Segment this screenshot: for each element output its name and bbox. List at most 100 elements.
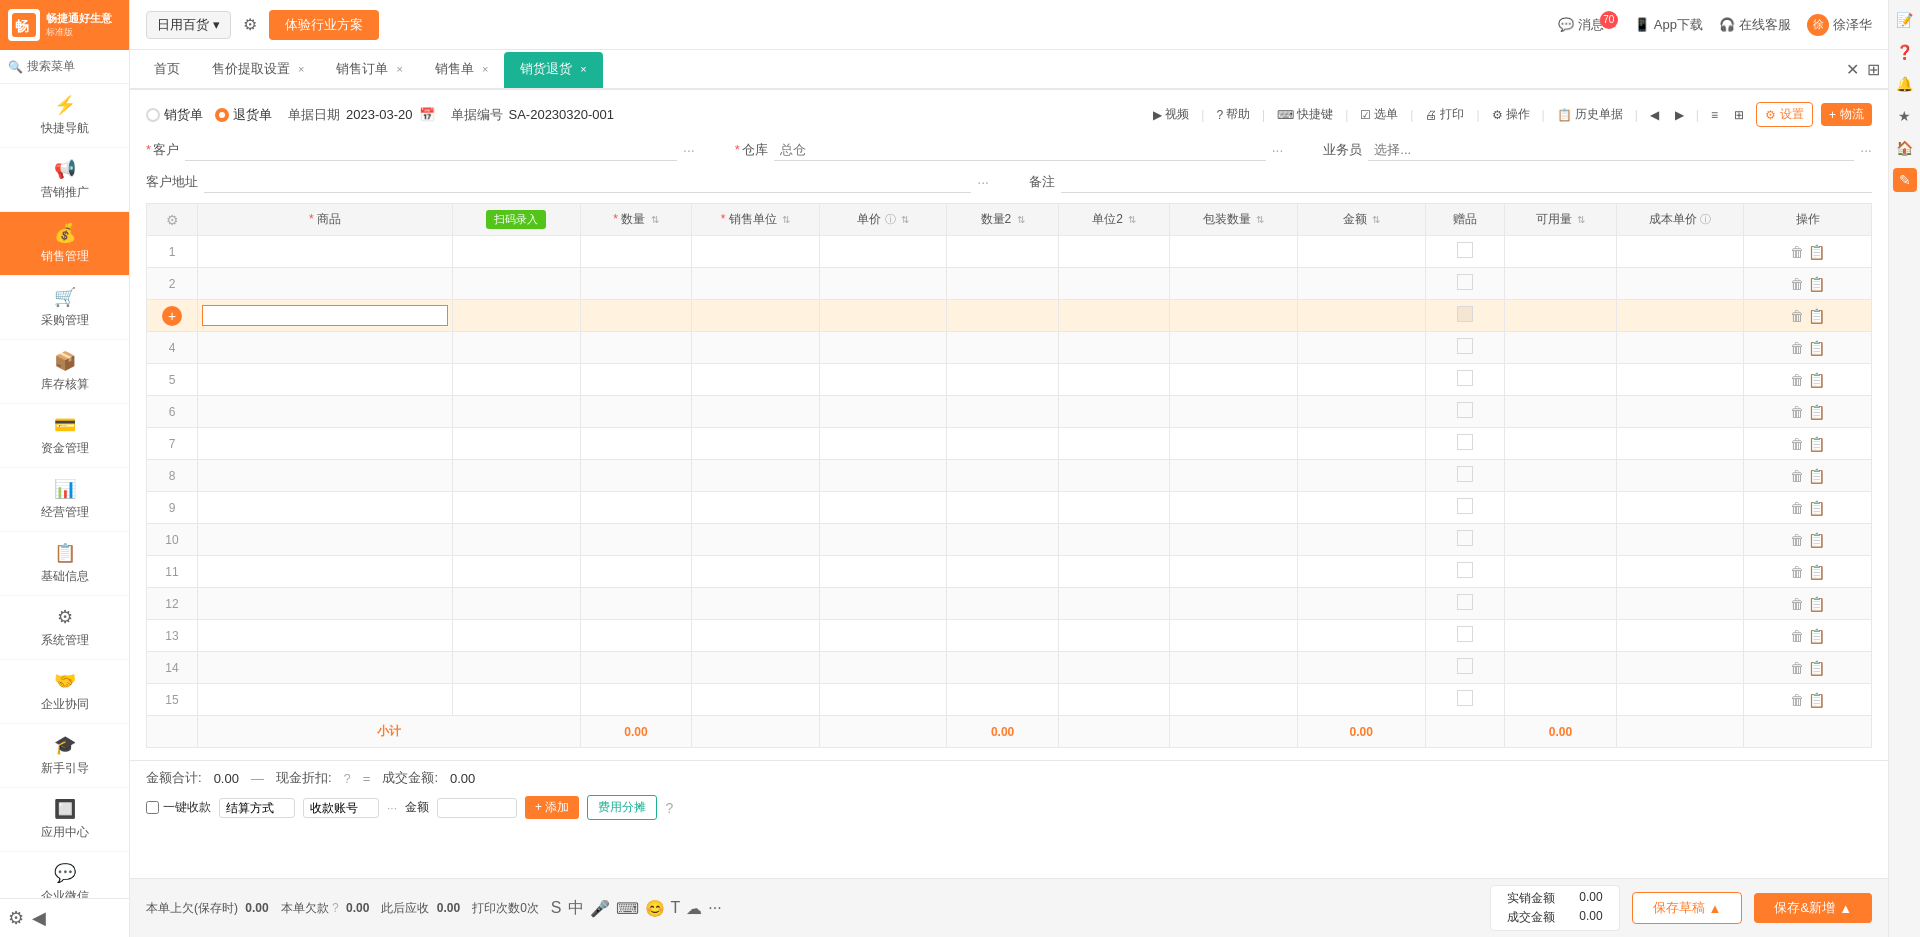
qty-sort-icon[interactable]: ⇅ [651, 214, 659, 225]
sidebar-item-operations[interactable]: 📊 经营管理 [0, 468, 129, 532]
delete-row-2-icon[interactable]: 🗑 [1790, 276, 1804, 292]
copy-7-icon[interactable]: 📋 [1808, 436, 1825, 452]
sidebar-item-basic-info[interactable]: 📋 基础信息 [0, 532, 129, 596]
operate-btn[interactable]: ⚙ 操作 [1488, 104, 1534, 125]
right-panel-icon-6[interactable]: ✎ [1893, 168, 1917, 192]
scan-input-btn[interactable]: 扫码录入 [486, 210, 546, 229]
collapse-icon[interactable]: ◀ [32, 907, 46, 929]
expand-tab-icon[interactable]: ⊞ [1867, 60, 1880, 79]
right-panel-icon-2[interactable]: ❓ [1893, 40, 1917, 64]
right-panel-icon-3[interactable]: 🔔 [1893, 72, 1917, 96]
copy-4-icon[interactable]: 📋 [1808, 340, 1825, 356]
gift-checkbox-9[interactable] [1457, 498, 1473, 514]
video-btn[interactable]: ▶ 视频 [1149, 104, 1193, 125]
staff-input[interactable] [1368, 139, 1854, 161]
unit-sort-icon[interactable]: ⇅ [782, 214, 790, 225]
delete-active-icon[interactable]: 🗑 [1790, 308, 1804, 324]
delete-12-icon[interactable]: 🗑 [1790, 596, 1804, 612]
sidebar-item-app-center[interactable]: 🔲 应用中心 [0, 788, 129, 852]
sidebar-item-purchase[interactable]: 🛒 采购管理 [0, 276, 129, 340]
delete-11-icon[interactable]: 🗑 [1790, 564, 1804, 580]
tab-price-settings-close[interactable]: × [298, 63, 304, 75]
delete-4-icon[interactable]: 🗑 [1790, 340, 1804, 356]
gift-checkbox-1[interactable] [1457, 242, 1473, 258]
delete-row-icon[interactable]: 🗑 [1790, 244, 1804, 260]
customer-input[interactable] [185, 139, 677, 161]
sidebar-item-finance[interactable]: 💳 资金管理 [0, 404, 129, 468]
delete-14-icon[interactable]: 🗑 [1790, 660, 1804, 676]
delete-9-icon[interactable]: 🗑 [1790, 500, 1804, 516]
expense-help-icon[interactable]: ? [665, 800, 673, 816]
list-view-btn[interactable]: ≡ [1707, 106, 1722, 124]
pack-sort-icon[interactable]: ⇅ [1256, 214, 1264, 225]
one-click-checkbox[interactable] [146, 801, 159, 814]
sidebar-item-quick[interactable]: ⚡ 快捷导航 [0, 84, 129, 148]
copy-14-icon[interactable]: 📋 [1808, 660, 1825, 676]
category-selector[interactable]: 日用百货 ▾ [146, 11, 231, 39]
copy-10-icon[interactable]: 📋 [1808, 532, 1825, 548]
address-select-icon[interactable]: ··· [977, 174, 989, 190]
settings-gear-icon[interactable]: ⚙ [243, 15, 257, 34]
prev-record-btn[interactable]: ◀ [1646, 106, 1663, 124]
gift-checkbox-2[interactable] [1457, 274, 1473, 290]
warehouse-select-icon[interactable]: ··· [1272, 142, 1284, 158]
tab-sales-return[interactable]: 销货退货 × [504, 52, 602, 88]
expense-split-btn[interactable]: 费用分摊 [587, 795, 657, 820]
gift-checkbox-15[interactable] [1457, 690, 1473, 706]
copy-11-icon[interactable]: 📋 [1808, 564, 1825, 580]
tab-price-settings[interactable]: 售价提取设置 × [196, 52, 320, 88]
radio-return[interactable]: 退货单 [215, 106, 272, 124]
note-input[interactable] [1061, 171, 1872, 193]
copy-9-icon[interactable]: 📋 [1808, 500, 1825, 516]
gift-checkbox-11[interactable] [1457, 562, 1473, 578]
message-button[interactable]: 💬 消息 70 [1558, 16, 1618, 34]
gift-checkbox-4[interactable] [1457, 338, 1473, 354]
product-input-active[interactable] [202, 305, 448, 326]
gift-checkbox-10[interactable] [1457, 530, 1473, 546]
tab-sales-slip[interactable]: 销售单 × [419, 52, 504, 88]
tab-sales-order[interactable]: 销售订单 × [320, 52, 418, 88]
address-input[interactable] [204, 171, 971, 193]
gift-checkbox-8[interactable] [1457, 466, 1473, 482]
user-profile[interactable]: 徐 徐泽华 [1807, 14, 1872, 36]
tab-sales-slip-close[interactable]: × [482, 63, 488, 75]
available-sort-icon[interactable]: ⇅ [1577, 214, 1585, 225]
select-btn[interactable]: ☑ 选单 [1356, 104, 1402, 125]
gift-checkbox-5[interactable] [1457, 370, 1473, 386]
history-btn[interactable]: 📋 历史单据 [1553, 104, 1627, 125]
copy-8-icon[interactable]: 📋 [1808, 468, 1825, 484]
print-btn[interactable]: 🖨 打印 [1421, 104, 1468, 125]
calendar-icon[interactable]: 📅 [419, 107, 435, 122]
close-tab-icon[interactable]: ✕ [1846, 60, 1859, 79]
gift-checkbox-6[interactable] [1457, 402, 1473, 418]
product-cell-1[interactable] [198, 236, 453, 268]
sidebar-item-inventory[interactable]: 📦 库存核算 [0, 340, 129, 404]
field-settings-btn[interactable]: ⚙ 设置 [1756, 102, 1813, 127]
sidebar-item-guide[interactable]: 🎓 新手引导 [0, 724, 129, 788]
gift-checkbox-12[interactable] [1457, 594, 1473, 610]
copy-5-icon[interactable]: 📋 [1808, 372, 1825, 388]
tab-sales-order-close[interactable]: × [396, 63, 402, 75]
qty2-sort-icon[interactable]: ⇅ [1017, 214, 1025, 225]
copy-12-icon[interactable]: 📋 [1808, 596, 1825, 612]
num-value[interactable]: SA-20230320-001 [509, 107, 615, 122]
customer-select-icon[interactable]: ··· [683, 142, 695, 158]
gift-checkbox-7[interactable] [1457, 434, 1473, 450]
delete-5-icon[interactable]: 🗑 [1790, 372, 1804, 388]
copy-15-icon[interactable]: 📋 [1808, 692, 1825, 708]
one-click-payment[interactable]: 一键收款 [146, 799, 211, 816]
price-info-icon[interactable]: ⓘ [885, 213, 896, 225]
mic-icon[interactable]: 🎤 [590, 899, 610, 918]
emoji-icon[interactable]: 😊 [645, 899, 665, 918]
copy-13-icon[interactable]: 📋 [1808, 628, 1825, 644]
copy-row-2-icon[interactable]: 📋 [1808, 276, 1825, 292]
right-panel-icon-4[interactable]: ★ [1893, 104, 1917, 128]
help-debt-icon[interactable]: ? [332, 901, 339, 915]
gift-checkbox-14[interactable] [1457, 658, 1473, 674]
next-record-btn[interactable]: ▶ [1671, 106, 1688, 124]
add-row-button[interactable]: + [162, 306, 182, 326]
column-gear-icon[interactable]: ⚙ [166, 212, 179, 228]
tab-sales-return-close[interactable]: × [580, 63, 586, 75]
sidebar-search[interactable]: 🔍 搜索菜单 [0, 50, 129, 84]
cost-info-icon[interactable]: ⓘ [1700, 213, 1711, 225]
